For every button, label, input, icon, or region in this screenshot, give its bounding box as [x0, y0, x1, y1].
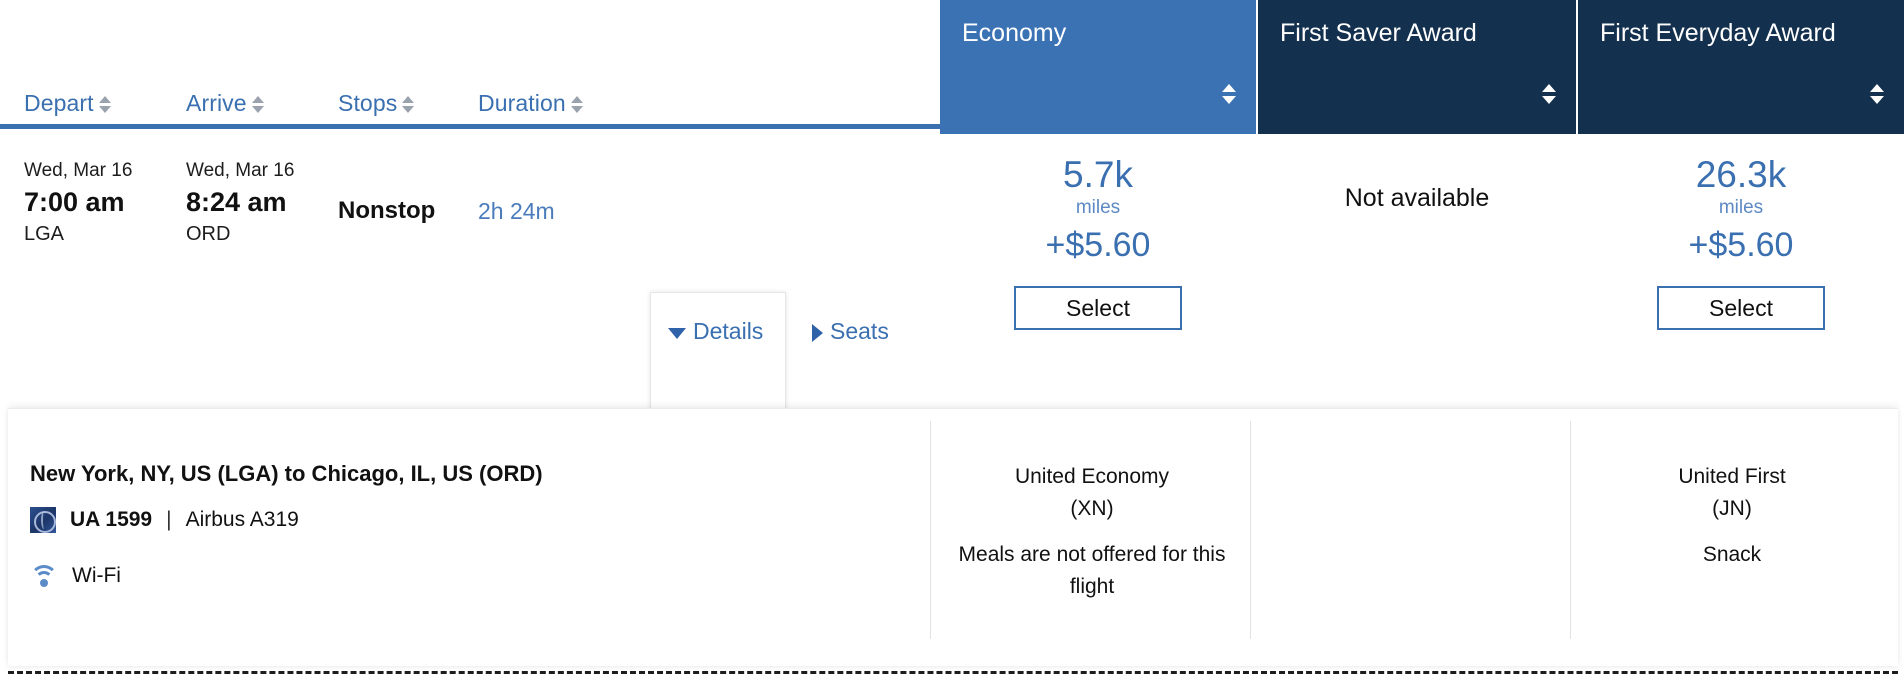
separator: |: [166, 508, 172, 531]
fare-cell-first-everyday-award: 26.3k miles +$5.60 Select: [1578, 134, 1904, 408]
route-title: New York, NY, US (LGA) to Chicago, IL, U…: [30, 461, 543, 486]
flight-equipment-line: UA 1599 | Airbus A319: [30, 507, 299, 533]
fare-header-economy[interactable]: Economy: [940, 0, 1256, 134]
select-button-first-everyday-award[interactable]: Select: [1657, 286, 1825, 330]
united-logo-icon: [30, 507, 56, 533]
aircraft-type: Airbus A319: [185, 508, 299, 531]
sort-arrows-icon[interactable]: [1542, 84, 1556, 104]
detail-column-first-saver-award: [1252, 409, 1572, 667]
sort-column-arrive[interactable]: Arrive: [186, 86, 264, 120]
sort-label-stops: Stops: [338, 89, 398, 116]
fare-miles: 26.3k: [1695, 154, 1787, 195]
results-header: Depart Arrive Stops Duration Economy Fir…: [0, 0, 1904, 134]
flight-number: UA 1599: [70, 508, 153, 531]
sort-column-depart[interactable]: Depart: [24, 86, 111, 120]
wifi-icon: [30, 564, 58, 588]
arrive-airport: ORD: [186, 223, 231, 245]
fare-miles: 5.7k: [1063, 154, 1133, 195]
arrive-time: 8:24 am: [186, 187, 287, 217]
arrive-date: Wed, Mar 16: [186, 160, 295, 181]
award-flight-results-row: Depart Arrive Stops Duration Economy Fir…: [0, 0, 1904, 680]
fare-header-title: Economy: [962, 19, 1067, 47]
fare-header-first-saver-award[interactable]: First Saver Award: [1258, 0, 1576, 134]
flight-details-panel: New York, NY, US (LGA) to Chicago, IL, U…: [8, 408, 1898, 666]
stops-value: Nonstop: [338, 197, 436, 224]
triangle-right-icon: [812, 323, 823, 342]
fare-miles-label: miles: [1718, 197, 1764, 218]
triangle-down-icon: [668, 328, 686, 339]
details-toggle[interactable]: Details: [668, 318, 763, 345]
detail-column-economy: United Economy (XN) Meals are not offered…: [932, 409, 1252, 667]
duration-value: 2h 24m: [478, 198, 555, 224]
sort-row-underline: [0, 124, 940, 129]
fare-miles-label: miles: [1075, 197, 1121, 218]
meal-info: Snack: [1702, 543, 1762, 566]
sort-label-depart: Depart: [24, 89, 94, 116]
fare-header-first-everyday-award[interactable]: First Everyday Award: [1578, 0, 1904, 134]
cabin-name: United Economy (XN): [1014, 465, 1170, 520]
sort-column-duration[interactable]: Duration: [478, 86, 583, 120]
sort-arrows-icon[interactable]: [251, 95, 264, 113]
fare-cell-economy: 5.7k miles +$5.60 Select: [940, 134, 1256, 408]
sort-column-stops[interactable]: Stops: [338, 86, 415, 120]
amenity-label: Wi-Fi: [72, 564, 121, 587]
depart-time: 7:00 am: [24, 187, 125, 217]
arrive-cell: Wed, Mar 16 8:24 am ORD: [186, 158, 294, 248]
sort-arrows-icon[interactable]: [570, 95, 583, 113]
fare-cell-first-saver-award: Not available: [1258, 134, 1576, 408]
fare-header-title: First Everyday Award: [1600, 19, 1836, 47]
seats-toggle[interactable]: Seats: [812, 318, 889, 345]
sort-arrows-icon[interactable]: [402, 95, 415, 113]
fare-cash: +$5.60: [1688, 226, 1794, 264]
sort-arrows-icon[interactable]: [1870, 84, 1884, 104]
amenity-wifi: Wi-Fi: [30, 564, 121, 588]
panel-bottom-dashed-border: [8, 671, 1898, 674]
fare-unavailable-text: Not available: [1344, 184, 1490, 212]
select-button-economy[interactable]: Select: [1014, 286, 1182, 330]
fare-header-title: First Saver Award: [1280, 19, 1477, 47]
sort-label-duration: Duration: [478, 89, 566, 116]
meal-info: Meals are not offered for this flight: [958, 543, 1226, 598]
details-toggle-label: Details: [693, 318, 764, 344]
flight-row: Wed, Mar 16 7:00 am LGA Wed, Mar 16 8:24…: [0, 134, 1904, 538]
detail-column-first-everyday-award: United First (JN) Snack: [1572, 409, 1892, 667]
detail-divider: [930, 421, 931, 639]
sort-arrows-icon[interactable]: [98, 95, 111, 113]
sort-label-arrive: Arrive: [186, 89, 247, 116]
seats-toggle-label: Seats: [830, 318, 889, 344]
fare-cash: +$5.60: [1045, 226, 1151, 264]
depart-date: Wed, Mar 16: [24, 160, 133, 181]
depart-airport: LGA: [24, 223, 65, 245]
depart-cell: Wed, Mar 16 7:00 am LGA: [24, 158, 132, 248]
cabin-name: United First (JN): [1678, 465, 1786, 520]
sort-arrows-icon[interactable]: [1222, 84, 1236, 104]
